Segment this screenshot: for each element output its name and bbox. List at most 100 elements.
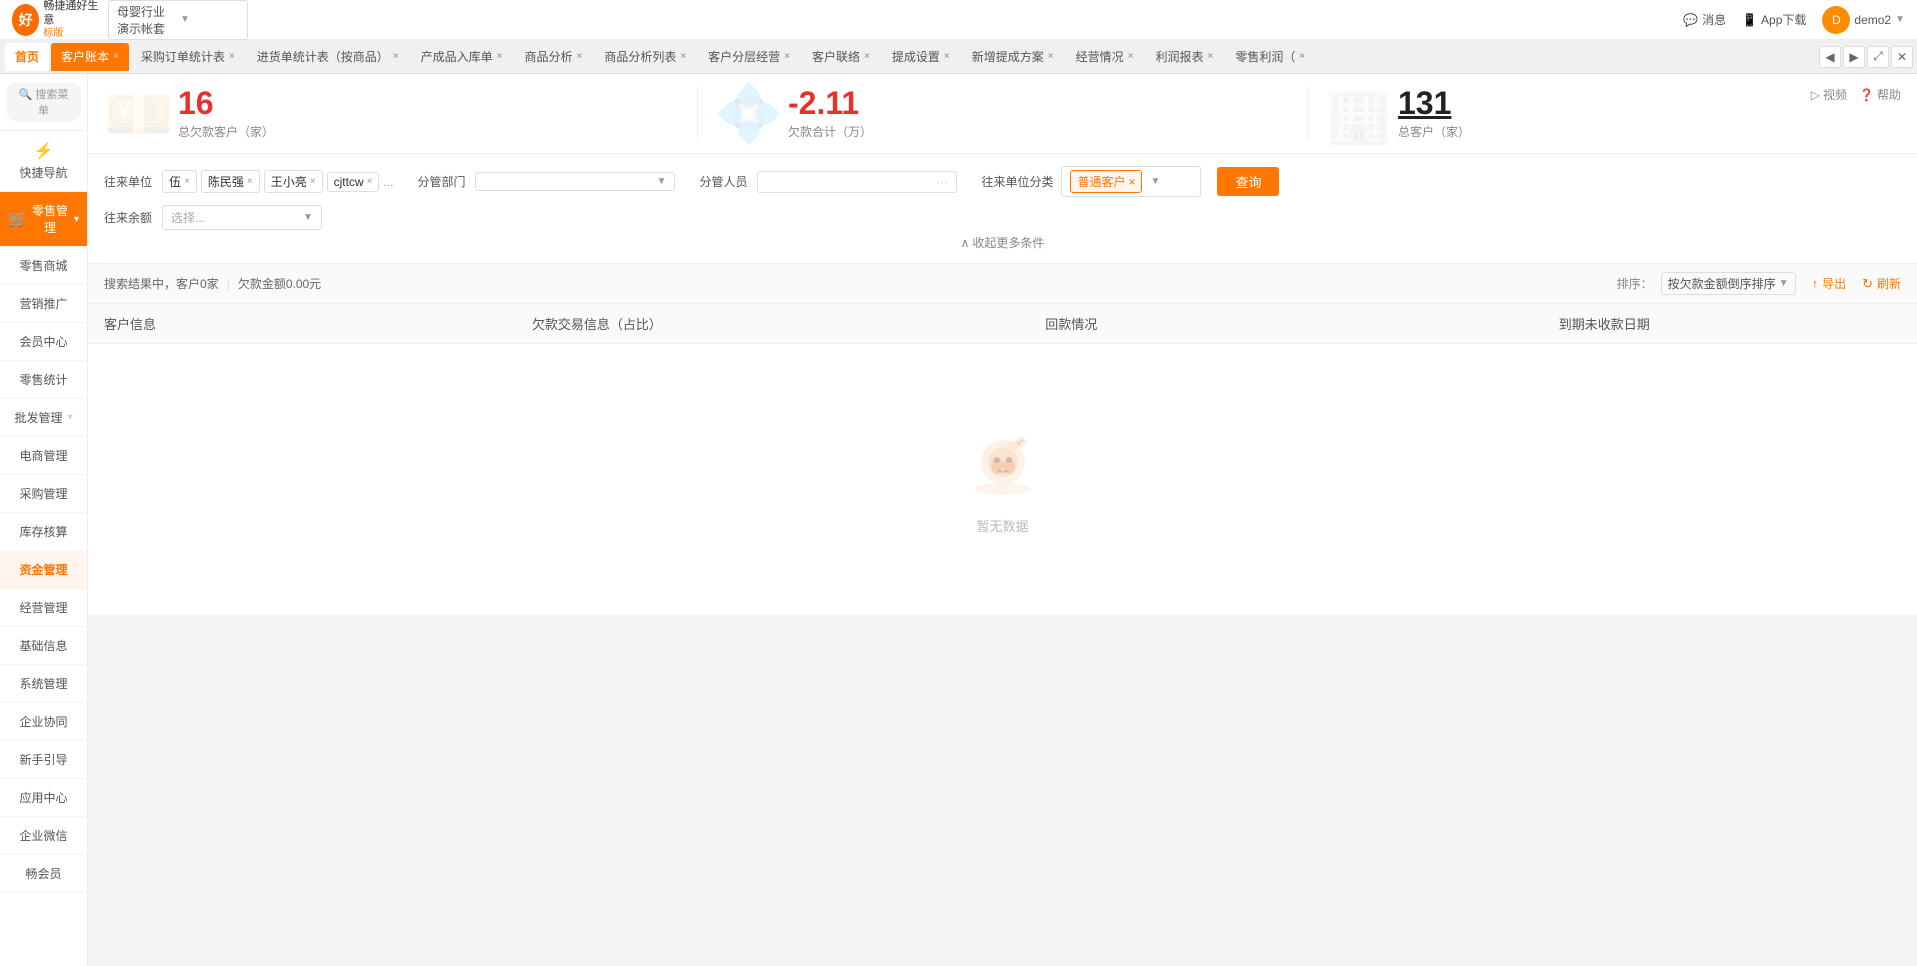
close-icon[interactable]: ×	[1299, 51, 1305, 62]
help-link[interactable]: ❓ 帮助	[1859, 86, 1901, 103]
close-icon[interactable]: ×	[1207, 51, 1213, 62]
refresh-button[interactable]: ↻ 刷新	[1862, 275, 1901, 292]
sidebar-item-retail-shop[interactable]: 零售商城	[0, 247, 87, 285]
tab-customer-contact[interactable]: 客户联络 ×	[802, 43, 880, 71]
query-button[interactable]: 查询	[1217, 167, 1279, 196]
chevron-down-icon: ▼	[180, 14, 239, 25]
tab-close-all-button[interactable]: ✕	[1891, 46, 1913, 68]
user-profile[interactable]: D demo2 ▼	[1822, 6, 1905, 34]
logo-icon: 好	[12, 4, 39, 36]
search-icon: 🔍	[19, 89, 33, 101]
close-icon[interactable]: ×	[1048, 51, 1054, 62]
export-button[interactable]: ↑ 导出	[1812, 275, 1847, 292]
video-link[interactable]: ▷ 视频	[1811, 86, 1847, 103]
sort-select[interactable]: 按欠款金额倒序排序 ▼	[1661, 272, 1796, 295]
sidebar-item-enterprise-collab[interactable]: 企业协同	[0, 703, 87, 741]
tab-prev-button[interactable]: ◀	[1819, 46, 1841, 68]
col-header-payback: 回款情况	[1045, 314, 1558, 333]
sub-person-input[interactable]: ···	[757, 171, 957, 193]
stat-label-total-owed-customers: 总欠款客户（家）	[178, 123, 274, 140]
close-icon[interactable]: ×	[680, 51, 686, 62]
chevron-down-icon: ▼	[1150, 176, 1160, 187]
sidebar-item-marketing[interactable]: 营销推广	[0, 285, 87, 323]
tab-customer-tier[interactable]: 客户分层经营 ×	[698, 43, 800, 71]
sidebar-item-quick-nav[interactable]: ⚡ 快捷导航	[0, 131, 87, 192]
close-icon[interactable]: ×	[864, 51, 870, 62]
filter-more-button[interactable]: ...	[383, 175, 393, 189]
sidebar-item-retail-stats[interactable]: 零售统计	[0, 361, 87, 399]
filter-tag-chen[interactable]: 陈民强 ×	[201, 170, 260, 193]
sidebar-item-finance-mgmt[interactable]: 资金管理	[0, 551, 87, 589]
tab-next-button[interactable]: ▶	[1843, 46, 1865, 68]
sidebar-item-retail-mgmt[interactable]: 🛒 零售管理 ▾	[0, 192, 87, 247]
close-icon[interactable]: ×	[944, 51, 950, 62]
table-area: 客户信息 欠款交易信息（占比） 回款情况 到期未收款日期	[88, 304, 1917, 615]
tab-add-commission[interactable]: 新增提成方案 ×	[962, 43, 1064, 71]
close-icon[interactable]: ×	[497, 51, 503, 62]
close-icon[interactable]: ×	[576, 51, 582, 62]
remaining-select[interactable]: 选择... ▼	[162, 205, 322, 230]
unit-category-selected-tag[interactable]: 普通客户 ×	[1070, 170, 1142, 193]
sub-dept-select[interactable]: ▼	[475, 172, 675, 191]
filter-tag-wang[interactable]: 王小亮 ×	[264, 170, 323, 193]
close-icon[interactable]: ×	[393, 51, 399, 62]
search-menu-input[interactable]: 🔍 搜索菜单	[6, 82, 81, 122]
tab-retail-profit[interactable]: 零售利润（ ×	[1225, 43, 1315, 71]
close-icon[interactable]: ×	[113, 51, 119, 62]
sidebar-item-system-mgmt[interactable]: 系统管理	[0, 665, 87, 703]
filter-row-2: 往来余额 选择... ▼	[104, 205, 1901, 230]
stat-value-total-customers: 131	[1398, 87, 1470, 119]
filter-row-1: 往来单位 伍 × 陈民强 × 王小亮 × cjttcw	[104, 166, 1901, 197]
sidebar-item-ecommerce-mgmt[interactable]: 电商管理	[0, 437, 87, 475]
close-icon[interactable]: ×	[247, 176, 253, 187]
sidebar-item-wholesale-mgmt[interactable]: 批发管理 ▾	[0, 399, 87, 437]
sidebar-item-beginner-guide[interactable]: 新手引导	[0, 741, 87, 779]
tab-expand-button[interactable]: ⤢	[1867, 46, 1889, 68]
app-download-button[interactable]: 📱 App下载	[1742, 11, 1806, 28]
sidebar-item-inventory[interactable]: 库存核算	[0, 513, 87, 551]
tab-customer-ledger[interactable]: 客户账本 ×	[51, 43, 129, 71]
sidebar-item-purchase-mgmt[interactable]: 采购管理	[0, 475, 87, 513]
collapse-button[interactable]: ∧ 收起更多条件	[961, 234, 1045, 251]
tab-commission-settings[interactable]: 提成设置 ×	[882, 43, 960, 71]
sidebar-item-chang-member[interactable]: 畅会员	[0, 855, 87, 893]
chevron-down-icon: ▾	[74, 214, 79, 225]
sidebar-item-enterprise-wechat[interactable]: 企业微信	[0, 817, 87, 855]
filter-tag-wu[interactable]: 伍 ×	[162, 170, 197, 193]
stat-value-total-owed-amount: -2.11	[788, 87, 872, 119]
close-icon[interactable]: ×	[1128, 175, 1135, 189]
store-select[interactable]: 母婴行业演示帐套 ▼	[108, 0, 248, 40]
tab-profit-report[interactable]: 利润报表 ×	[1145, 43, 1223, 71]
tab-home[interactable]: 首页	[5, 43, 49, 71]
tab-operations[interactable]: 经营情况 ×	[1066, 43, 1144, 71]
sidebar-item-app-center[interactable]: 应用中心	[0, 779, 87, 817]
sidebar-item-basic-info[interactable]: 基础信息	[0, 627, 87, 665]
close-icon[interactable]: ×	[310, 176, 316, 187]
collapse-row: ∧ 收起更多条件	[104, 234, 1901, 251]
tab-purchase-goods-stats[interactable]: 进货单统计表（按商品） ×	[247, 43, 409, 71]
tab-goods-analysis[interactable]: 商品分析 ×	[514, 43, 592, 71]
video-help-area: ▷ 视频 ❓ 帮助	[1811, 86, 1901, 103]
tab-goods-analysis-list[interactable]: 商品分析列表 ×	[594, 43, 696, 71]
message-button[interactable]: 💬 消息	[1683, 11, 1726, 28]
empty-text: 暂无数据	[976, 516, 1028, 535]
col-header-customer: 客户信息	[104, 314, 532, 333]
sidebar-item-business-mgmt[interactable]: 经营管理	[0, 589, 87, 627]
close-icon[interactable]: ×	[229, 51, 235, 62]
close-icon[interactable]: ×	[367, 176, 373, 187]
unit-category-select[interactable]: 普通客户 × ▼	[1061, 166, 1201, 197]
close-icon[interactable]: ×	[784, 51, 790, 62]
tab-purchase-stats[interactable]: 采购订单统计表 ×	[131, 43, 245, 71]
close-icon[interactable]: ×	[1128, 51, 1134, 62]
belong-unit-label: 往来单位	[104, 173, 154, 190]
top-bar: 好 畅捷通好生意 标版 母婴行业演示帐套 ▼ 💬 消息 📱 App下载 D de…	[0, 0, 1917, 40]
close-icon[interactable]: ×	[184, 176, 190, 187]
filter-tag-cjttcw[interactable]: cjttcw ×	[327, 172, 380, 192]
tab-finished-goods[interactable]: 产成品入库单 ×	[411, 43, 513, 71]
col-header-due: 到期未收款日期	[1559, 314, 1901, 333]
sidebar-search-area[interactable]: 🔍 搜索菜单	[0, 74, 87, 131]
chevron-down-icon: ▾	[67, 412, 72, 423]
sidebar-item-member-center[interactable]: 会员中心	[0, 323, 87, 361]
export-icon: ↑	[1812, 276, 1819, 291]
stat-label-total-owed-amount: 欠款合计（万）	[788, 123, 872, 140]
